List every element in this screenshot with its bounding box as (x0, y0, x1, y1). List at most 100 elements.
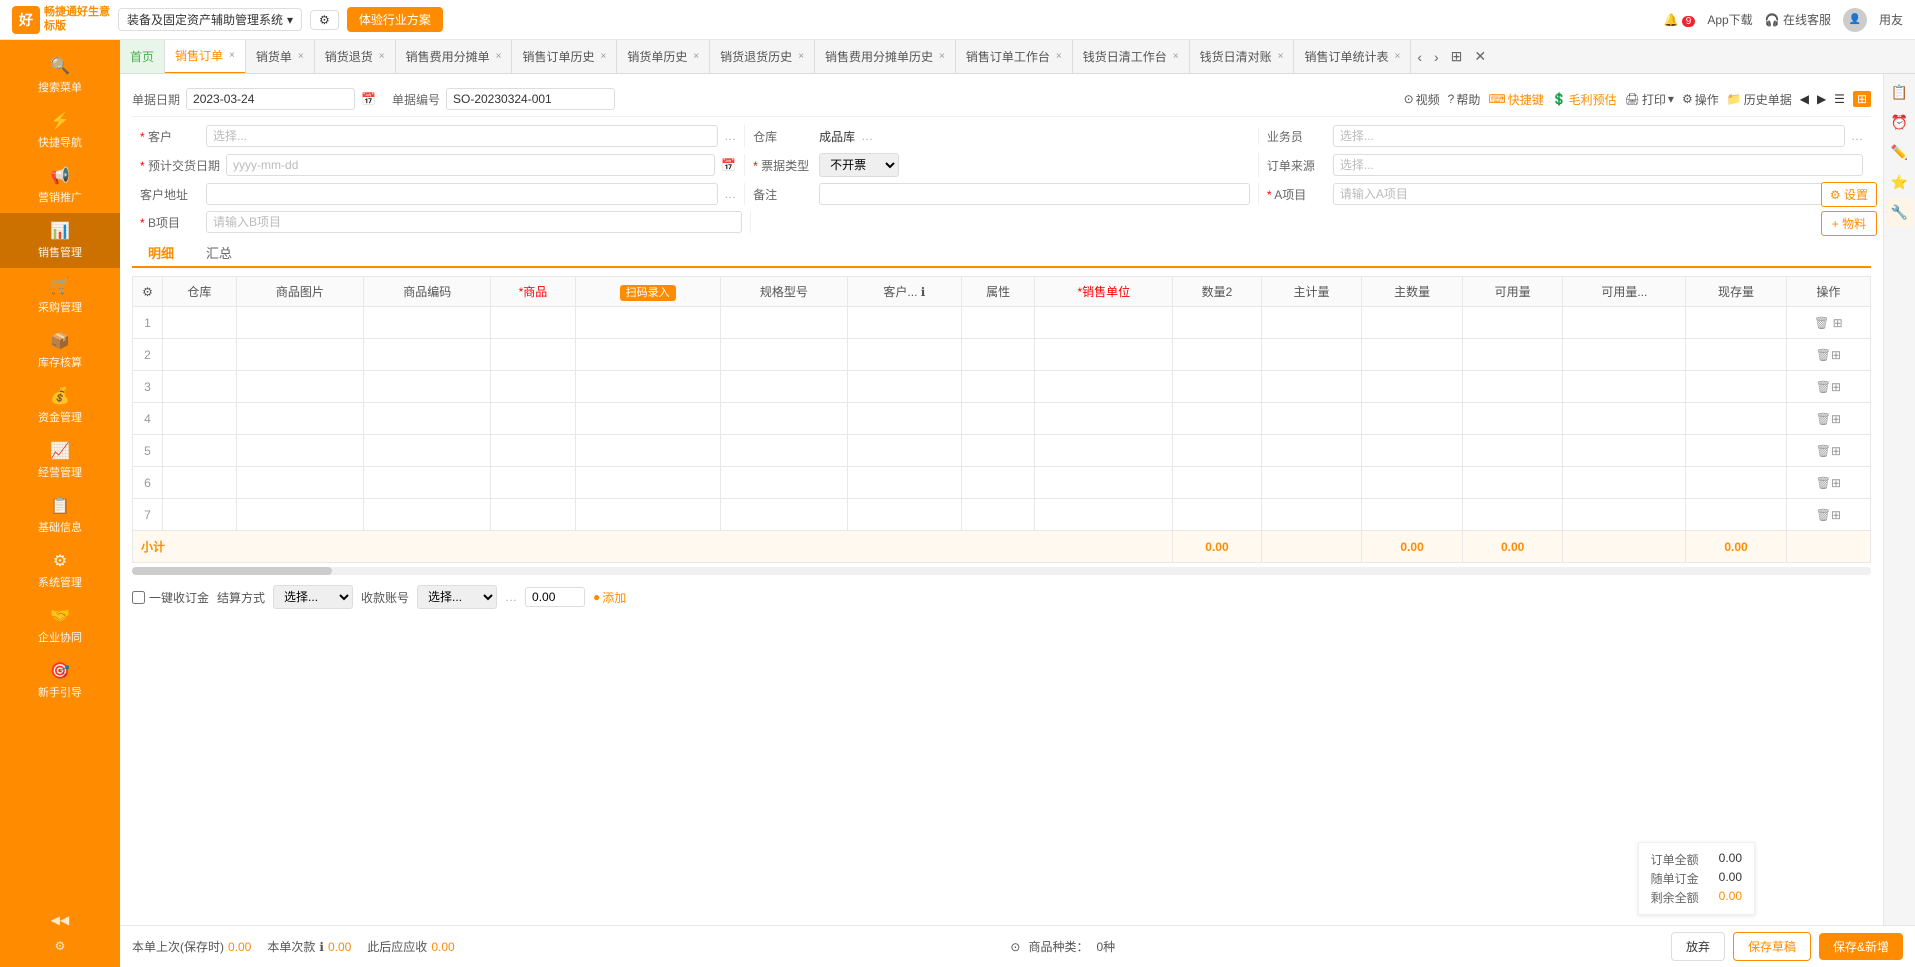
horizontal-scrollbar[interactable] (132, 567, 1871, 575)
tab-detail[interactable]: 明细 (132, 239, 190, 268)
row-quantity2[interactable] (1173, 339, 1262, 371)
industry-solution-button[interactable]: 体验行业方案 (347, 7, 443, 32)
row-customer-ref[interactable] (848, 307, 962, 339)
row-sales-unit[interactable] (1035, 307, 1173, 339)
row-product[interactable] (491, 307, 575, 339)
copy-icon[interactable]: ⊞ (1831, 412, 1841, 426)
row-spec[interactable] (720, 339, 847, 371)
shortcut-btn[interactable]: ⌨ 快捷键 (1488, 91, 1543, 108)
copy-icon[interactable]: ⊞ (1833, 316, 1843, 330)
tab-sales-fee-history[interactable]: 销售费用分摊单历史 × (815, 40, 956, 74)
remark-input[interactable] (819, 183, 1250, 205)
tab-close-icon[interactable]: × (1278, 51, 1284, 62)
delete-icon[interactable]: 🗑 (1816, 476, 1831, 490)
row-attribute[interactable] (961, 307, 1035, 339)
tab-sales-order-history[interactable]: 销售订单历史 × (512, 40, 617, 74)
tab-sales-stats[interactable]: 销售订单统计表 × (1294, 40, 1411, 74)
view-toggle-grid[interactable]: ⊞ (1853, 91, 1871, 107)
tab-close-icon[interactable]: × (229, 50, 235, 61)
app-download-link[interactable]: App下载 (1707, 11, 1752, 28)
user-name[interactable]: 用友 (1879, 11, 1903, 28)
copy-icon[interactable]: ⊞ (1831, 508, 1841, 522)
tab-close-icon[interactable]: × (1394, 51, 1400, 62)
salesperson-input[interactable] (1333, 125, 1845, 147)
tab-sales-order[interactable]: 销售订单 × (165, 40, 246, 74)
tab-close-icon[interactable]: × (693, 51, 699, 62)
row-customer-ref[interactable] (848, 339, 962, 371)
row-product[interactable] (491, 339, 575, 371)
settings-icon-btn[interactable]: ⚙ (310, 10, 339, 30)
payment-amount-input[interactable] (525, 587, 585, 607)
sidebar-item-search[interactable]: 🔍 搜索菜单 (0, 48, 120, 103)
tab-close-icon[interactable]: × (379, 51, 385, 62)
help-btn[interactable]: ? 帮助 (1448, 91, 1481, 108)
sidebar-item-inventory[interactable]: 📦 库存核算 (0, 323, 120, 378)
print-btn[interactable]: 🖨 打印 ▾ (1625, 91, 1674, 108)
scan-btn[interactable]: 扫码录入 (620, 285, 676, 301)
save-draft-button[interactable]: 保存草稿 (1733, 932, 1811, 961)
right-icon-clipboard[interactable]: 📋 (1886, 78, 1914, 106)
row-quantity2[interactable] (1173, 307, 1262, 339)
tab-sales-slip-history[interactable]: 销货单历史 × (617, 40, 710, 74)
sidebar-item-system[interactable]: ⚙ 系统管理 (0, 543, 120, 598)
discard-button[interactable]: 放弃 (1671, 932, 1725, 961)
delete-icon[interactable]: 🗑 (1816, 444, 1831, 458)
tab-nav-prev[interactable]: ‹ (1411, 40, 1428, 74)
copy-icon[interactable]: ⊞ (1831, 380, 1841, 394)
row-sales-unit[interactable] (1035, 339, 1173, 371)
calendar-icon[interactable]: 📅 (361, 92, 376, 106)
date-input[interactable] (186, 88, 355, 110)
tab-nav-close-all[interactable]: ✕ (1468, 40, 1492, 74)
row-attribute[interactable] (961, 339, 1035, 371)
tab-sales-fee[interactable]: 销售费用分摊单 × (396, 40, 513, 74)
delete-icon[interactable]: 🗑 (1816, 508, 1831, 522)
address-dots[interactable]: … (724, 187, 736, 201)
row-product-code[interactable] (364, 339, 491, 371)
sidebar-settings-btn[interactable]: ⚙ (0, 933, 120, 959)
sidebar-item-base[interactable]: 📋 基础信息 (0, 488, 120, 543)
add-payment-btn[interactable]: ● 添加 (593, 589, 626, 606)
tab-summary[interactable]: 汇总 (190, 239, 248, 266)
nav-prev-icon[interactable]: ◀ (1800, 92, 1809, 106)
system-selector[interactable]: 装备及固定资产辅助管理系统 ▾ (118, 8, 302, 31)
copy-icon[interactable]: ⊞ (1831, 444, 1841, 458)
tab-sales-return[interactable]: 销货退货 × (315, 40, 396, 74)
row-main-quantity[interactable] (1362, 339, 1463, 371)
operation-btn[interactable]: ⚙ 操作 (1682, 91, 1719, 108)
add-material-btn[interactable]: + 物料 (1821, 211, 1877, 236)
nav-next-icon[interactable]: ▶ (1817, 92, 1826, 106)
online-service-link[interactable]: 🎧 在线客服 (1765, 11, 1831, 28)
customer-dots[interactable]: … (724, 129, 736, 143)
row-warehouse[interactable] (163, 339, 237, 371)
scrollbar-thumb[interactable] (132, 567, 332, 575)
delivery-date-input[interactable] (226, 154, 715, 176)
delete-icon[interactable]: 🗑 (1816, 380, 1831, 394)
tab-close-icon[interactable]: × (496, 51, 502, 62)
sidebar-item-finance[interactable]: 💰 资金管理 (0, 378, 120, 433)
sidebar-collapse-btn[interactable]: ◀◀ (0, 907, 120, 933)
order-no-input[interactable] (446, 88, 615, 110)
tab-home[interactable]: 首页 (120, 40, 165, 74)
right-icon-clock[interactable]: ⏰ (1886, 108, 1914, 136)
right-icon-tool[interactable]: 🔧 (1886, 198, 1914, 226)
tab-close-icon[interactable]: × (1056, 51, 1062, 62)
sidebar-item-business[interactable]: 📈 经营管理 (0, 433, 120, 488)
customer-input[interactable] (206, 125, 718, 147)
delete-icon[interactable]: 🗑 (1816, 412, 1831, 426)
payment-method-select[interactable]: 选择... (273, 585, 353, 609)
delete-icon[interactable]: 🗑 (1816, 348, 1831, 362)
settings-config-btn[interactable]: ⚙ 设置 (1821, 182, 1877, 207)
right-icon-edit[interactable]: ✏️ (1886, 138, 1914, 166)
sidebar-item-marketing[interactable]: 📢 营销推广 (0, 158, 120, 213)
a-project-input[interactable] (1333, 183, 1863, 205)
tab-nav-more[interactable]: ⊞ (1445, 40, 1469, 74)
quick-checkout-input[interactable] (132, 591, 145, 604)
copy-icon[interactable]: ⊞ (1831, 476, 1841, 490)
warehouse-dots[interactable]: … (861, 129, 873, 143)
preview-btn[interactable]: ⊙ 视频 (1404, 91, 1440, 108)
tab-close-icon[interactable]: × (798, 51, 804, 62)
b-project-input[interactable] (206, 211, 742, 233)
save-new-button[interactable]: 保存&新增 (1819, 933, 1903, 960)
calendar2-icon[interactable]: 📅 (721, 158, 736, 172)
tab-sales-slip[interactable]: 销货单 × (246, 40, 315, 74)
